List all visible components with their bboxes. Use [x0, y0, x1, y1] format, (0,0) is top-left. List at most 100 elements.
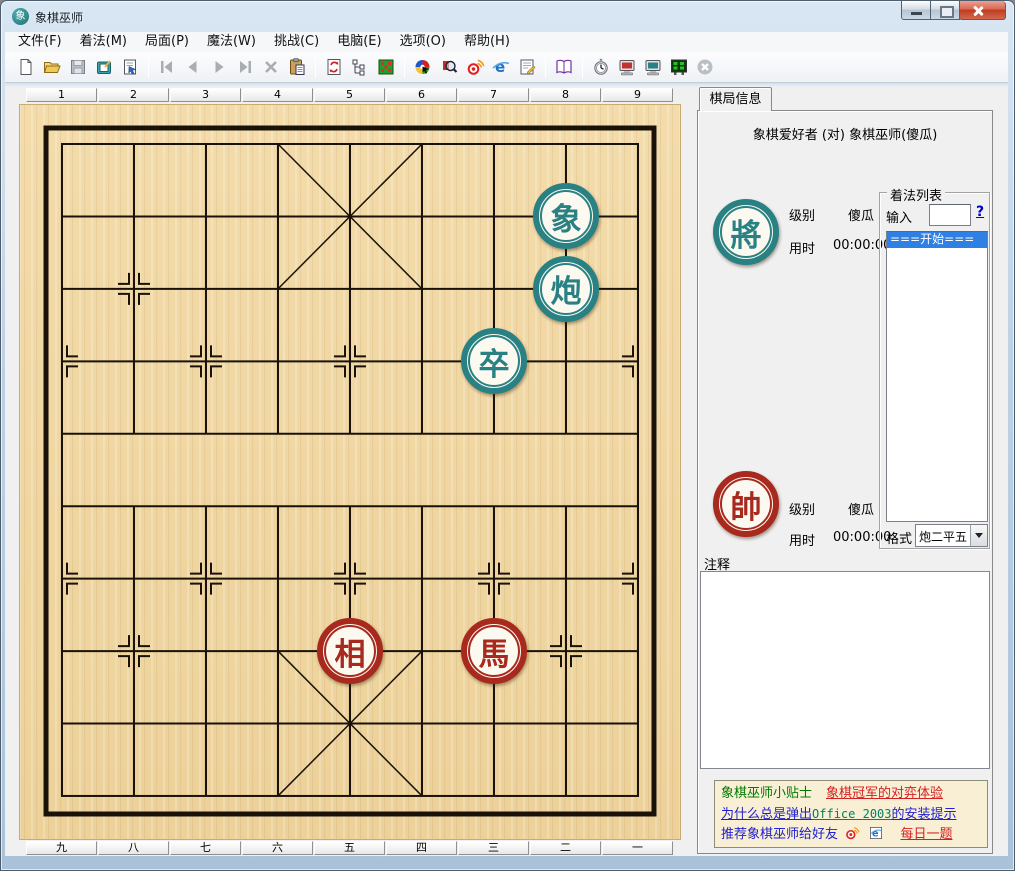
timer-button[interactable] [588, 54, 614, 80]
toolbar-separator [404, 56, 405, 78]
format-combobox[interactable]: 炮二平五 [915, 524, 988, 547]
piece-相[interactable]: 相 [317, 618, 383, 685]
piece-馬[interactable]: 馬 [461, 618, 527, 685]
piece-炮[interactable]: 炮 [533, 255, 599, 322]
file-header-cell: 五 [314, 841, 385, 855]
toolbar-separator [315, 56, 316, 78]
weibo-share-icon[interactable] [844, 825, 860, 847]
file-header-cell: 1 [26, 88, 97, 102]
menu-item[interactable]: 着法(M) [71, 32, 136, 52]
board-pieces: 象炮卒相 馬 [19, 104, 681, 840]
title-bar: 象 象棋巫师 [1, 1, 1014, 31]
flip-board-icon [327, 59, 341, 75]
last-move-icon [240, 61, 251, 73]
notation-button[interactable] [91, 54, 117, 80]
menu-item[interactable]: 电脑(E) [328, 32, 390, 52]
console-button[interactable] [666, 54, 692, 80]
new-icon [20, 59, 32, 75]
move-tree-button[interactable] [347, 54, 373, 80]
menu-item[interactable]: 帮助(H) [455, 32, 519, 52]
app-window: 象 象棋巫师 文件(F) 着法(M) 局面(P) 魔法(W) 挑战(C) 电脑(E) 选项(… [0, 0, 1015, 871]
paste-button[interactable] [284, 54, 310, 80]
opening-book-button[interactable] [551, 54, 577, 80]
matchup-title: 象棋爱好者 (对) 象棋巫师(傻瓜) [752, 128, 938, 143]
app-icon: 象 [12, 8, 29, 25]
tab-game-info[interactable]: 棋局信息 [699, 87, 772, 111]
new-button[interactable] [13, 54, 39, 80]
edit-position-button[interactable] [373, 54, 399, 80]
piece-卒[interactable]: 卒 [461, 328, 527, 395]
paste-icon [290, 58, 305, 75]
minimize-button[interactable] [901, 1, 931, 20]
close-button[interactable] [959, 1, 1006, 20]
next-move-button [206, 54, 232, 80]
client-area: 123456789 象炮卒相 馬 九八七六五四三二一 棋局信息 象棋爱好者 (对)… [5, 86, 1008, 856]
flip-board-button[interactable] [321, 54, 347, 80]
tips-link-experience[interactable]: 象棋冠军的对弈体验 [826, 786, 943, 801]
format-value: 炮二平五 [919, 530, 968, 544]
red-player-computer-button[interactable] [614, 54, 640, 80]
file-header-cell: 8 [530, 88, 601, 102]
prev-move-button [180, 54, 206, 80]
notes-button[interactable] [514, 54, 540, 80]
file-header-cell: 6 [386, 88, 457, 102]
prev-move-icon [188, 61, 197, 73]
internet-explorer-icon: e [492, 58, 510, 76]
ie-share-icon[interactable]: e [868, 825, 884, 847]
internet-button[interactable]: e [488, 54, 514, 80]
color-wheel-button[interactable] [410, 54, 436, 80]
weibo-icon [467, 59, 485, 75]
open-button[interactable] [39, 54, 65, 80]
chess-board[interactable]: 象炮卒相 馬 [19, 104, 681, 840]
toolbar-separator [148, 56, 149, 78]
menu-item[interactable]: 文件(F) [9, 32, 71, 52]
tips-link-office[interactable]: 为什么总是弹出Office 2003的安装提示 [721, 807, 957, 822]
save-icon [71, 60, 85, 74]
move-list-group-label: 着法列表 [887, 185, 946, 204]
tips-box: 象棋巫师小贴士 象棋冠军的对弈体验 为什么总是弹出Office 2003的安装提示… [714, 780, 988, 848]
window-title: 象棋巫师 [35, 11, 84, 25]
stop-icon [697, 59, 713, 75]
move-input[interactable] [929, 204, 971, 226]
move-list[interactable]: ===开始=== [886, 231, 988, 522]
last-move-button [232, 54, 258, 80]
black-player-computer-button[interactable] [640, 54, 666, 80]
console-icon [671, 59, 687, 75]
first-move-icon [161, 61, 172, 73]
analyze-button[interactable] [436, 54, 462, 80]
toolbar: e [5, 52, 1008, 83]
tips-daily-link[interactable]: 每日一题 [900, 827, 952, 842]
file-header-cell: 六 [242, 841, 313, 855]
black-computer-icon [645, 60, 661, 76]
analyze-icon [443, 60, 458, 73]
toolbar-separator [582, 56, 583, 78]
combobox-dropdown-icon[interactable] [970, 525, 987, 546]
maximize-button[interactable] [930, 1, 960, 20]
move-input-help-link[interactable]: ? [976, 204, 984, 220]
file-header-cell: 七 [170, 841, 241, 855]
move-list-item[interactable]: ===开始=== [887, 232, 987, 248]
menu-bar: 文件(F) 着法(M) 局面(P) 魔法(W) 挑战(C) 电脑(E) 选项(O) 帮助(H) [5, 32, 1008, 52]
weibo-button[interactable] [462, 54, 488, 80]
svg-text:e: e [495, 58, 505, 76]
menu-item[interactable]: 挑战(C) [265, 32, 328, 52]
properties-button[interactable] [117, 54, 143, 80]
file-header-cell: 三 [458, 841, 529, 855]
menu-item[interactable]: 选项(O) [391, 32, 455, 52]
file-header-cell: 四 [386, 841, 457, 855]
file-header-cell: 9 [602, 88, 673, 102]
comment-box[interactable] [700, 571, 990, 769]
board-top-labels: 123456789 [26, 88, 674, 102]
tips-share-text: 推荐象棋巫师给好友 [721, 827, 839, 842]
opening-book-icon [556, 59, 572, 74]
timer-icon [594, 58, 608, 75]
delete-move-button [258, 54, 284, 80]
file-header-cell: 4 [242, 88, 313, 102]
menu-item[interactable]: 魔法(W) [198, 32, 265, 52]
red-time-label: 用时 [789, 534, 816, 549]
delete-move-icon [265, 61, 277, 73]
file-header-cell: 5 [314, 88, 385, 102]
menu-item[interactable]: 局面(P) [136, 32, 198, 52]
color-wheel-icon [415, 60, 430, 74]
piece-象[interactable]: 象 [533, 183, 599, 250]
